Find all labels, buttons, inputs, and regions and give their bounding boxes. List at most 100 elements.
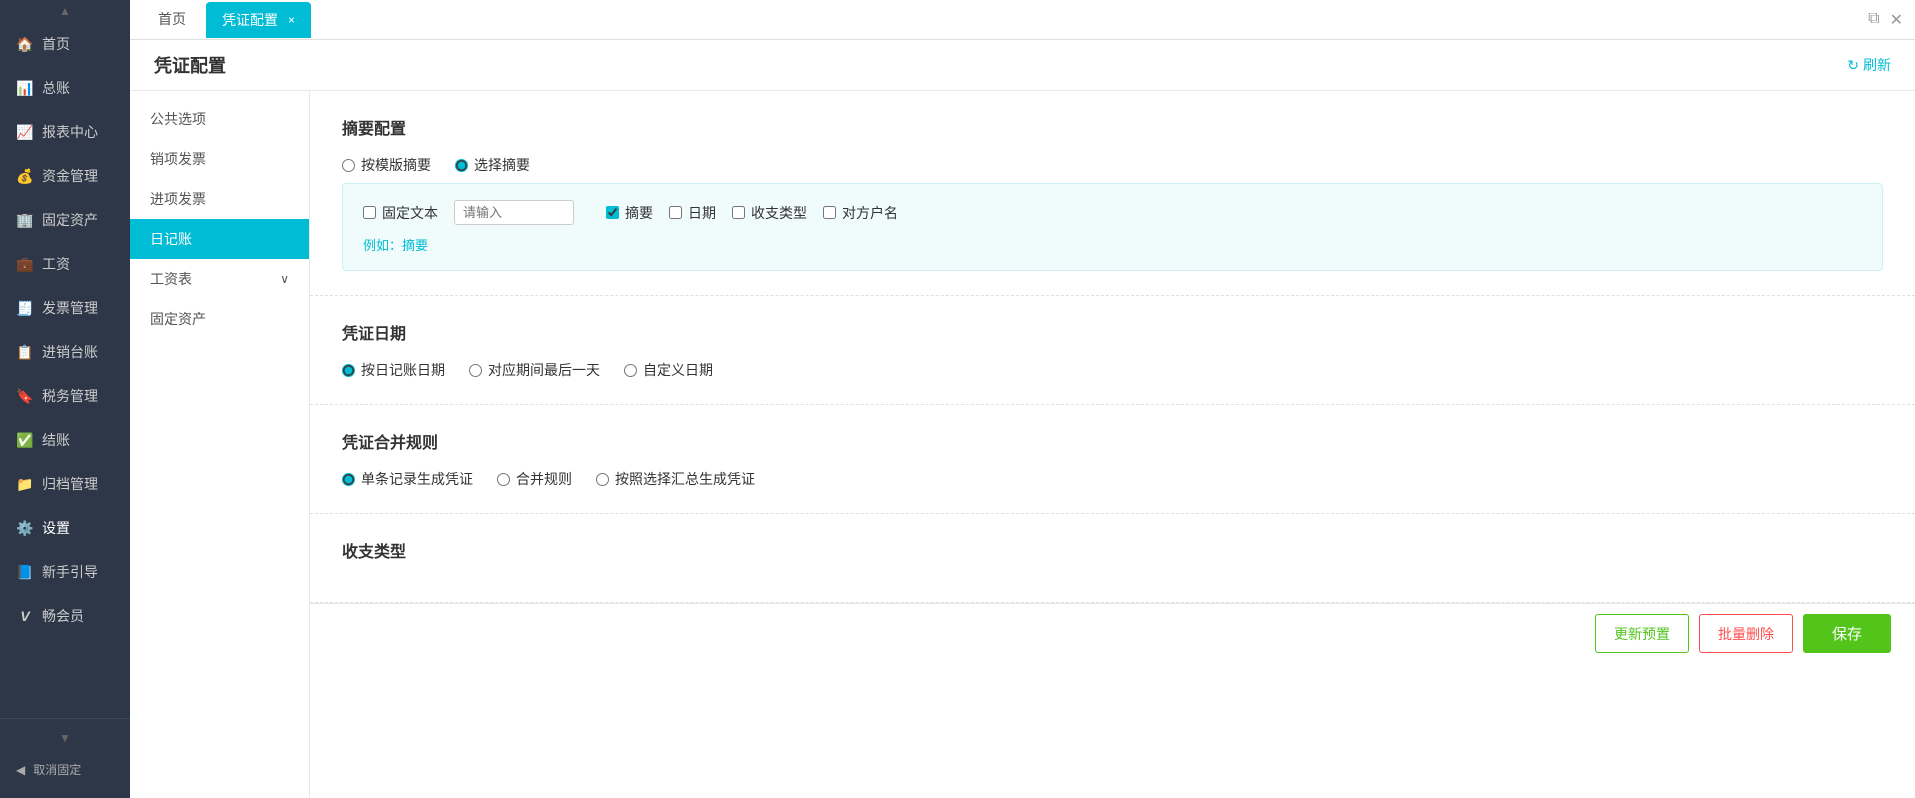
home-icon: 🏠: [16, 35, 34, 53]
checkbox-summary-input[interactable]: [606, 206, 619, 219]
update-preview-button[interactable]: 更新预置: [1595, 614, 1689, 653]
tab-voucher-config[interactable]: 凭证配置 ×: [206, 2, 311, 38]
batch-delete-button[interactable]: 批量删除: [1699, 614, 1793, 653]
summary-preview: 例如：摘要: [363, 235, 1862, 254]
refresh-icon: ↻: [1847, 57, 1859, 74]
left-nav-sales-invoice[interactable]: 销项发票: [130, 139, 309, 179]
left-nav-fixed-assets[interactable]: 固定资产: [130, 299, 309, 339]
radio-select-generate-input[interactable]: [596, 473, 609, 486]
payroll-chevron-icon: ∨: [280, 272, 289, 286]
checkbox-date-input[interactable]: [669, 206, 682, 219]
sidebar-item-payroll[interactable]: 💼 工资: [0, 242, 130, 286]
checkbox-counterparty[interactable]: 对方户名: [823, 203, 898, 223]
refresh-button[interactable]: ↻ 刷新: [1847, 55, 1891, 75]
page-title: 凭证配置: [154, 52, 226, 78]
radio-merge-rules[interactable]: 合并规则: [497, 469, 572, 489]
radio-custom-date[interactable]: 自定义日期: [624, 360, 713, 380]
checkbox-income-type[interactable]: 收支类型: [732, 203, 807, 223]
summary-config-box: 固定文本 摘要 日期: [342, 183, 1883, 271]
sidebar-item-funds[interactable]: 💰 资金管理: [0, 154, 130, 198]
left-nav-payroll-table[interactable]: 工资表 ∨: [130, 259, 309, 299]
checkbox-summary[interactable]: 摘要: [606, 203, 653, 223]
bottom-action-bar: 更新预置 批量删除 保存: [310, 603, 1915, 663]
checkbox-date[interactable]: 日期: [669, 203, 716, 223]
settings-icon: ⚙️: [16, 519, 34, 537]
checkbox-income-type-input[interactable]: [732, 206, 745, 219]
radio-single-record[interactable]: 单条记录生成凭证: [342, 469, 473, 489]
merge-rules-title: 凭证合并规则: [342, 429, 1883, 453]
restore-window-button[interactable]: ⧉: [1868, 10, 1879, 30]
radio-select-generate[interactable]: 按照选择汇总生成凭证: [596, 469, 755, 489]
content-body: 公共选项 销项发票 进项发票 日记账 工资表 ∨ 固定资产: [130, 91, 1915, 798]
left-nav-journal[interactable]: 日记账: [130, 219, 309, 259]
checkbox-fixed-text-input[interactable]: [363, 206, 376, 219]
sidebar-item-home[interactable]: 🏠 首页: [0, 22, 130, 66]
radio-single-record-input[interactable]: [342, 473, 355, 486]
page-header: 凭证配置 ↻ 刷新: [130, 40, 1915, 91]
sidebar-scroll-down[interactable]: ▼: [0, 727, 130, 749]
summary-checkboxes-row: 固定文本 摘要 日期: [363, 200, 1862, 225]
reports-icon: 📈: [16, 123, 34, 141]
radio-template-summary[interactable]: 按模版摘要: [342, 155, 431, 175]
member-icon: V: [16, 607, 34, 625]
radio-journal-date-input[interactable]: [342, 364, 355, 377]
sidebar-item-invoice-mgmt[interactable]: 🧾 发票管理: [0, 286, 130, 330]
tab-home[interactable]: 首页: [142, 1, 202, 39]
sidebar-item-guide[interactable]: 📘 新手引导: [0, 550, 130, 594]
sidebar-item-fixed-assets[interactable]: 🏢 固定资产: [0, 198, 130, 242]
radio-last-day-period[interactable]: 对应期间最后一天: [469, 360, 600, 380]
guide-icon: 📘: [16, 563, 34, 581]
page-content: 凭证配置 ↻ 刷新 公共选项 销项发票 进项发票 日记账: [130, 40, 1915, 798]
sidebar-item-tax[interactable]: 🔖 税务管理: [0, 374, 130, 418]
voucher-date-radio-group: 按日记账日期 对应期间最后一天 自定义日期: [342, 360, 1883, 380]
sidebar: ▲ 🏠 首页 📊 总账 📈 报表中心 💰 资金管理 🏢 固定资产 💼 工资 🧾 …: [0, 0, 130, 798]
invoice-mgmt-icon: 🧾: [16, 299, 34, 317]
income-type-title: 收支类型: [342, 538, 1883, 562]
fixed-assets-icon: 🏢: [16, 211, 34, 229]
income-type-section: 收支类型: [310, 514, 1915, 603]
sidebar-item-member[interactable]: V 畅会员: [0, 594, 130, 638]
sidebar-item-reports[interactable]: 📈 报表中心: [0, 110, 130, 154]
summary-config-section: 摘要配置 按模版摘要 选择摘要: [310, 91, 1915, 296]
voucher-date-title: 凭证日期: [342, 320, 1883, 344]
summary-radio-group: 按模版摘要 选择摘要: [342, 155, 1883, 175]
right-panel: 摘要配置 按模版摘要 选择摘要: [310, 91, 1915, 798]
sidebar-item-archive[interactable]: 📁 归档管理: [0, 462, 130, 506]
radio-custom-date-input[interactable]: [624, 364, 637, 377]
pin-icon: ◀: [16, 763, 25, 777]
fixed-text-input[interactable]: [454, 200, 574, 225]
voucher-date-section: 凭证日期 按日记账日期 对应期间最后一天 自定义日期: [310, 296, 1915, 405]
ledger-icon: 📊: [16, 79, 34, 97]
sidebar-scroll-up[interactable]: ▲: [0, 0, 130, 22]
radio-select-summary[interactable]: 选择摘要: [455, 155, 530, 175]
checkbox-counterparty-input[interactable]: [823, 206, 836, 219]
left-nav-purchase-invoice[interactable]: 进项发票: [130, 179, 309, 219]
radio-template-summary-input[interactable]: [342, 159, 355, 172]
main-area: 首页 凭证配置 × ⧉ ✕ 凭证配置 ↻ 刷新 公共选项: [130, 0, 1915, 798]
purchase-sales-icon: 📋: [16, 343, 34, 361]
tax-icon: 🔖: [16, 387, 34, 405]
summary-section-title: 摘要配置: [342, 115, 1883, 139]
funds-icon: 💰: [16, 167, 34, 185]
sidebar-item-settlement[interactable]: ✅ 结账: [0, 418, 130, 462]
tab-bar: 首页 凭证配置 × ⧉ ✕: [130, 0, 1915, 40]
radio-select-summary-input[interactable]: [455, 159, 468, 172]
radio-by-journal-date[interactable]: 按日记账日期: [342, 360, 445, 380]
sidebar-item-settings[interactable]: ⚙️ 设置: [0, 506, 130, 550]
close-window-button[interactable]: ✕: [1890, 10, 1903, 30]
merge-rules-radio-group: 单条记录生成凭证 合并规则 按照选择汇总生成凭证: [342, 469, 1883, 489]
archive-icon: 📁: [16, 475, 34, 493]
left-nav-public[interactable]: 公共选项: [130, 99, 309, 139]
sidebar-item-ledger[interactable]: 📊 总账: [0, 66, 130, 110]
radio-merge-rules-input[interactable]: [497, 473, 510, 486]
payroll-icon: 💼: [16, 255, 34, 273]
sidebar-item-purchase-sales[interactable]: 📋 进销台账: [0, 330, 130, 374]
tab-close-button[interactable]: ×: [288, 13, 295, 27]
radio-last-day-input[interactable]: [469, 364, 482, 377]
merge-rules-section: 凭证合并规则 单条记录生成凭证 合并规则 按照选择汇总生成凭证: [310, 405, 1915, 514]
sidebar-bottom: ▼ ◀ 取消固定: [0, 718, 130, 798]
window-controls: ⧉ ✕: [1868, 10, 1903, 30]
unpin-button[interactable]: ◀ 取消固定: [0, 749, 130, 790]
save-button[interactable]: 保存: [1803, 614, 1891, 653]
checkbox-fixed-text[interactable]: 固定文本: [363, 203, 438, 223]
